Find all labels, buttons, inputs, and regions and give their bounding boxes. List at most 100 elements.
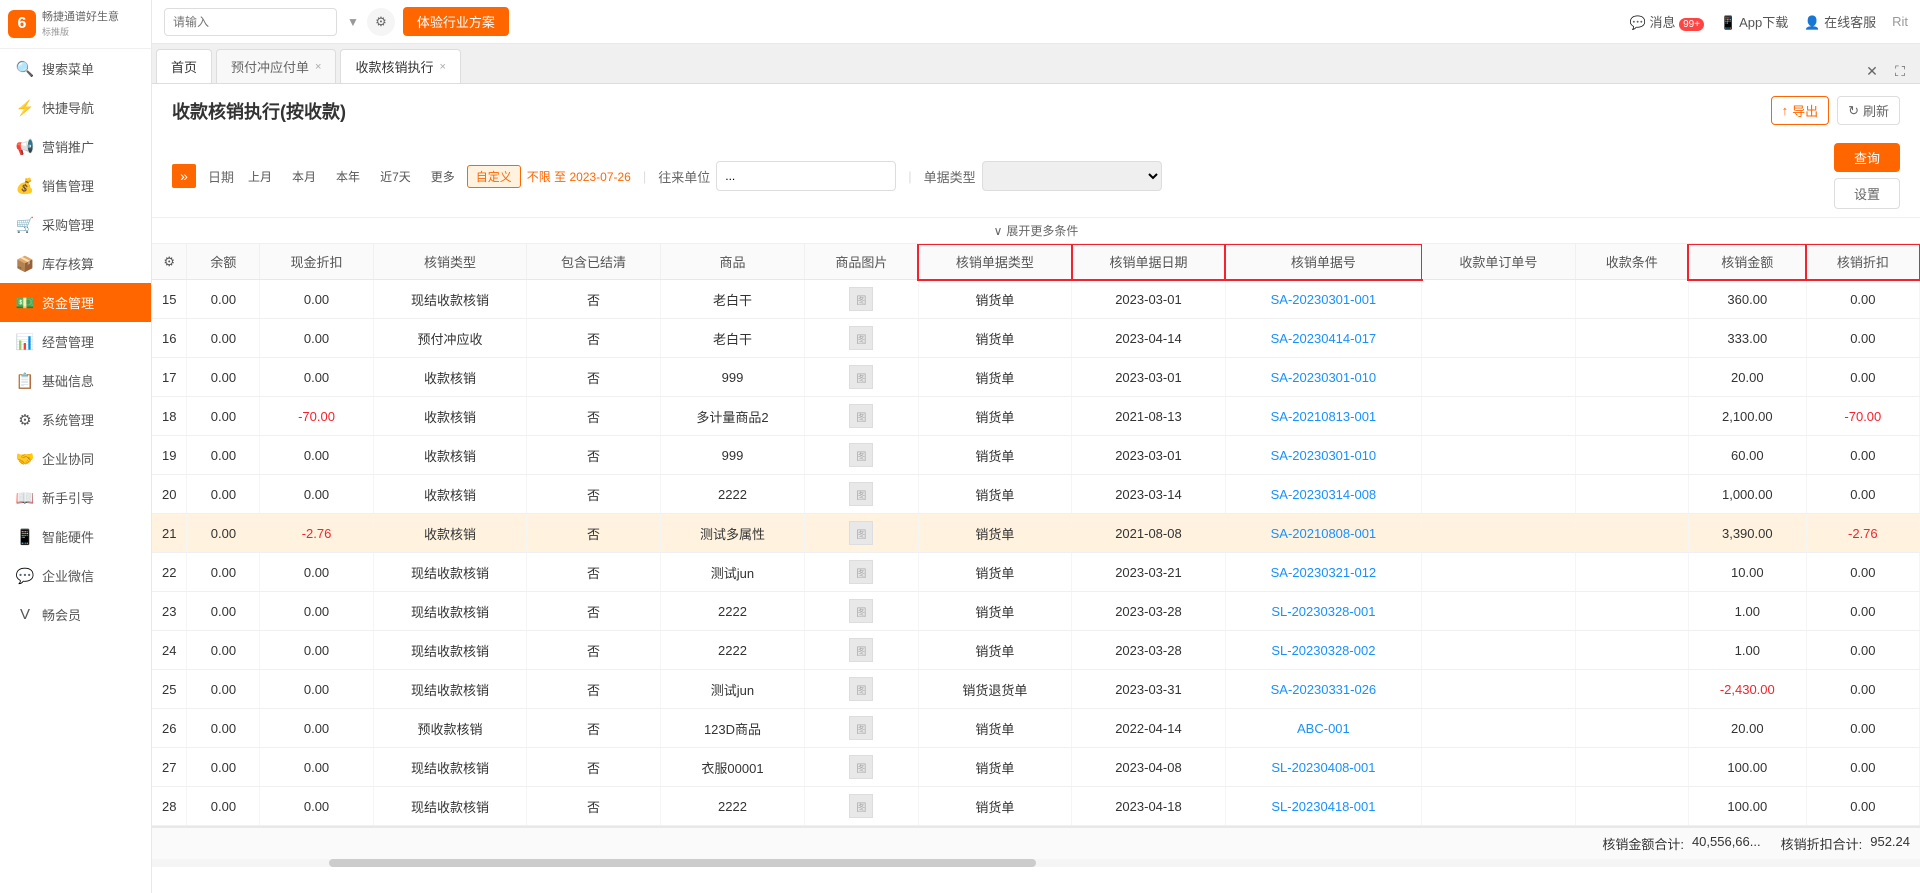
cell-settled: 否 <box>527 436 660 475</box>
cell-id: 28 <box>152 787 187 826</box>
sidebar-item-collab[interactable]: 🤝 企业协同 <box>0 439 151 478</box>
cell-doc-no[interactable]: SA-20210813-001 <box>1225 397 1421 436</box>
sidebar-item-search[interactable]: 🔍 搜索菜单 <box>0 49 151 88</box>
sidebar-item-purchase[interactable]: 🛒 采购管理 <box>0 205 151 244</box>
cell-payment-terms <box>1575 436 1688 475</box>
sidebar-item-marketing[interactable]: 📢 营销推广 <box>0 127 151 166</box>
cell-settled: 否 <box>527 358 660 397</box>
sidebar-item-sales[interactable]: 💰 销售管理 <box>0 166 151 205</box>
cell-id: 22 <box>152 553 187 592</box>
tab-prepay-label: 预付冲应付单 <box>231 57 309 76</box>
tab-bar: 首页 预付冲应付单 × 收款核销执行 × ✕ ⛶ <box>152 44 1920 84</box>
date-btn-this-month[interactable]: 本月 <box>284 166 324 187</box>
cell-doc-no[interactable]: SL-20230408-001 <box>1225 748 1421 787</box>
cell-id: 17 <box>152 358 187 397</box>
cell-order-no <box>1422 553 1576 592</box>
cell-doc-no[interactable]: SA-20230331-026 <box>1225 670 1421 709</box>
sidebar-item-inventory[interactable]: 📦 库存核算 <box>0 244 151 283</box>
settings-gear-button[interactable]: ⚙ <box>367 8 395 36</box>
cell-cash-discount: 0.00 <box>260 319 373 358</box>
cell-doc-no[interactable]: ABC-001 <box>1225 709 1421 748</box>
tab-collection[interactable]: 收款核销执行 × <box>340 49 460 83</box>
app-download-link[interactable]: 📱 App下载 <box>1720 12 1788 31</box>
filter-sep1: | <box>643 169 646 184</box>
th-settings[interactable]: ⚙ <box>152 244 187 280</box>
tab-prepay-close[interactable]: × <box>315 61 321 73</box>
close-window-button[interactable]: ✕ <box>1860 59 1884 83</box>
cell-discount: 0.00 <box>1806 358 1919 397</box>
cell-doc-no[interactable]: SA-20230301-010 <box>1225 436 1421 475</box>
cell-payment-terms <box>1575 670 1688 709</box>
table-row: 24 0.00 0.00 现结收款核销 否 2222 图 销货单 2023-03… <box>152 631 1920 670</box>
sidebar-item-basic[interactable]: 📋 基础信息 <box>0 361 151 400</box>
query-button[interactable]: 查询 <box>1834 143 1900 172</box>
cell-discount: 0.00 <box>1806 319 1919 358</box>
sidebar-item-guide[interactable]: 📖 新手引导 <box>0 478 151 517</box>
cell-doc-no[interactable]: SL-20230328-002 <box>1225 631 1421 670</box>
cell-payment-terms <box>1575 787 1688 826</box>
cell-cash-discount: 0.00 <box>260 748 373 787</box>
sidebar-item-hardware[interactable]: 📱 智能硬件 <box>0 517 151 556</box>
total-amount-item: 核销金额合计: 40,556,66... <box>1602 834 1760 853</box>
online-service-link[interactable]: 👤 在线客服 <box>1804 12 1876 31</box>
cell-type: 收款核销 <box>373 397 527 436</box>
cell-doc-no[interactable]: SA-20210808-001 <box>1225 514 1421 553</box>
sidebar-item-finance[interactable]: 💵 资金管理 <box>0 283 151 322</box>
expand-more-button[interactable]: ∨ 展开更多条件 <box>978 218 1095 243</box>
cell-discount: 0.00 <box>1806 280 1919 319</box>
date-btn-more[interactable]: 更多 <box>423 166 463 187</box>
cell-doc-no[interactable]: SA-20230414-017 <box>1225 319 1421 358</box>
setting-button[interactable]: 设置 <box>1834 178 1900 209</box>
cell-payment-terms <box>1575 397 1688 436</box>
table-container[interactable]: ⚙ 余额 现金折扣 核销类型 包含已结清 商品 商品图片 核销单据类型 核销单据… <box>152 244 1920 893</box>
cell-doc-type: 销货单 <box>918 397 1072 436</box>
sidebar-item-system[interactable]: ⚙ 系统管理 <box>0 400 151 439</box>
user-info[interactable]: Rit <box>1892 14 1908 29</box>
cell-doc-no[interactable]: SL-20230328-001 <box>1225 592 1421 631</box>
cell-doc-no[interactable]: SA-20230301-010 <box>1225 358 1421 397</box>
cell-product: 测试jun <box>660 553 805 592</box>
sidebar-item-wechat[interactable]: 💬 企业微信 <box>0 556 151 595</box>
export-button[interactable]: ↑ 导出 <box>1771 96 1830 125</box>
sidebar-item-quicknav[interactable]: ⚡ 快捷导航 <box>0 88 151 127</box>
horizontal-scrollbar[interactable] <box>152 859 1920 867</box>
scrollbar-thumb[interactable] <box>329 859 1036 867</box>
tab-collection-close[interactable]: × <box>439 61 445 73</box>
message-area[interactable]: 💬 消息 99+ <box>1630 12 1704 31</box>
refresh-button[interactable]: ↻ 刷新 <box>1837 96 1900 125</box>
cell-image: 图 <box>805 670 918 709</box>
cell-doc-no[interactable]: SA-20230314-008 <box>1225 475 1421 514</box>
partner-filter-input[interactable] <box>716 161 896 191</box>
tab-home[interactable]: 首页 <box>156 49 212 83</box>
cell-doc-no[interactable]: SA-20230321-012 <box>1225 553 1421 592</box>
cell-doc-no[interactable]: SA-20230301-001 <box>1225 280 1421 319</box>
date-btn-custom[interactable]: 自定义 <box>467 165 521 188</box>
table-row: 20 0.00 0.00 收款核销 否 2222 图 销货单 2023-03-1… <box>152 475 1920 514</box>
doctype-filter-label: 单据类型 <box>924 167 976 186</box>
cell-id: 15 <box>152 280 187 319</box>
sidebar-item-label: 系统管理 <box>42 410 94 429</box>
filter-expand-button[interactable]: » <box>172 164 196 188</box>
cell-payment-terms <box>1575 631 1688 670</box>
doctype-filter-select[interactable] <box>982 161 1162 191</box>
topbar: ▼ ⚙ 体验行业方案 💬 消息 99+ 📱 App下载 👤 在线客服 Rit <box>152 0 1920 44</box>
cell-payment-terms <box>1575 358 1688 397</box>
cell-doc-date: 2023-03-28 <box>1072 592 1226 631</box>
maximize-button[interactable]: ⛶ <box>1888 59 1912 83</box>
cell-settled: 否 <box>527 280 660 319</box>
tab-prepay[interactable]: 预付冲应付单 × <box>216 49 336 83</box>
solution-button[interactable]: 体验行业方案 <box>403 7 509 36</box>
sidebar-item-member[interactable]: V 畅会员 <box>0 595 151 634</box>
cell-doc-type: 销货单 <box>918 748 1072 787</box>
cell-doc-no[interactable]: SL-20230418-001 <box>1225 787 1421 826</box>
date-btn-last-month[interactable]: 上月 <box>240 166 280 187</box>
topbar-search-input[interactable] <box>164 8 337 36</box>
refresh-icon: ↻ <box>1848 103 1859 119</box>
cell-doc-date: 2023-03-28 <box>1072 631 1226 670</box>
date-btn-this-year[interactable]: 本年 <box>328 166 368 187</box>
date-btn-7days[interactable]: 近7天 <box>372 166 419 187</box>
sidebar-item-management[interactable]: 📊 经营管理 <box>0 322 151 361</box>
message-badge: 99+ <box>1679 18 1704 31</box>
cell-amount: 10.00 <box>1688 553 1806 592</box>
data-table: ⚙ 余额 现金折扣 核销类型 包含已结清 商品 商品图片 核销单据类型 核销单据… <box>152 244 1920 826</box>
